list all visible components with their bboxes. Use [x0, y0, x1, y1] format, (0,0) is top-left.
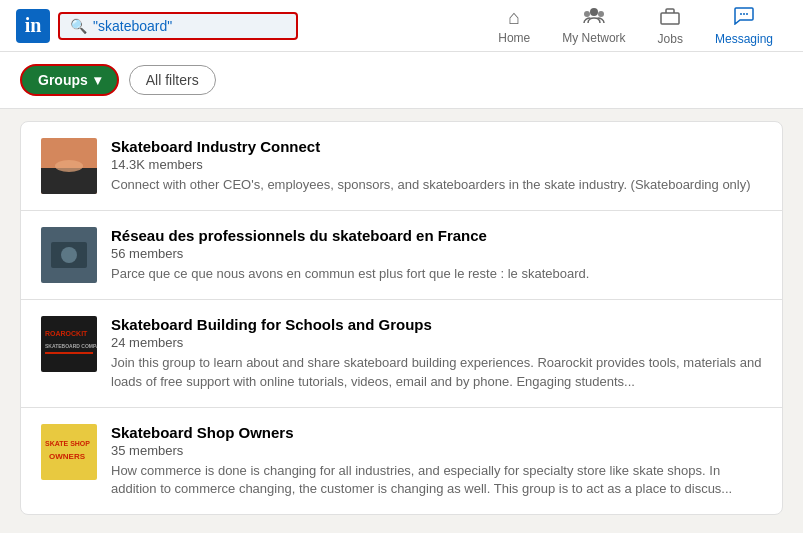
result-thumbnail	[41, 227, 97, 283]
result-name[interactable]: Skateboard Shop Owners	[111, 424, 762, 441]
result-info: Skateboard Industry Connect 14.3K member…	[111, 138, 762, 194]
result-description: Parce que ce que nous avons en commun es…	[111, 265, 762, 283]
nav-my-network[interactable]: My Network	[548, 6, 639, 45]
result-thumbnail: ROAROCKIT SKATEBOARD COMPANY	[41, 316, 97, 372]
result-name[interactable]: Skateboard Industry Connect	[111, 138, 762, 155]
result-name[interactable]: Skateboard Building for Schools and Grou…	[111, 316, 762, 333]
svg-text:SKATE SHOP: SKATE SHOP	[45, 440, 90, 447]
main-nav: ⌂ Home My Network	[484, 5, 787, 46]
linkedin-logo[interactable]: in	[16, 9, 50, 43]
nav-home-label: Home	[498, 31, 530, 45]
result-description: How commerce is done is changing for all…	[111, 462, 762, 498]
results-container: Skateboard Industry Connect 14.3K member…	[20, 121, 783, 515]
result-name[interactable]: Réseau des professionnels du skateboard …	[111, 227, 762, 244]
header: in 🔍 ⌂ Home My Network	[0, 0, 803, 52]
list-item: Skateboard Industry Connect 14.3K member…	[21, 122, 782, 211]
result-thumbnail	[41, 138, 97, 194]
messaging-icon	[733, 5, 755, 30]
result-info: Réseau des professionnels du skateboard …	[111, 227, 762, 283]
all-filters-label: All filters	[146, 72, 199, 88]
nav-messaging-label: Messaging	[715, 32, 773, 46]
nav-messaging[interactable]: Messaging	[701, 5, 787, 46]
list-item: SKATE SHOP OWNERS Skateboard Shop Owners…	[21, 408, 782, 514]
svg-point-6	[746, 13, 748, 15]
groups-button[interactable]: Groups ▾	[20, 64, 119, 96]
all-filters-button[interactable]: All filters	[129, 65, 216, 95]
result-info: Skateboard Building for Schools and Grou…	[111, 316, 762, 390]
nav-jobs-label: Jobs	[658, 32, 683, 46]
nav-home[interactable]: ⌂ Home	[484, 6, 544, 45]
result-info: Skateboard Shop Owners 35 members How co…	[111, 424, 762, 498]
svg-rect-3	[661, 13, 679, 24]
svg-text:ROAROCKIT: ROAROCKIT	[45, 330, 88, 337]
result-thumbnail: SKATE SHOP OWNERS	[41, 424, 97, 480]
svg-rect-16	[45, 352, 93, 354]
result-members: 24 members	[111, 335, 762, 350]
svg-point-4	[740, 13, 742, 15]
svg-point-1	[584, 11, 590, 17]
result-description: Connect with other CEO's, employees, spo…	[111, 176, 762, 194]
svg-point-9	[55, 160, 83, 172]
list-item: Réseau des professionnels du skateboard …	[21, 211, 782, 300]
svg-point-12	[61, 247, 77, 263]
svg-text:SKATEBOARD COMPANY: SKATEBOARD COMPANY	[45, 343, 97, 349]
home-icon: ⌂	[508, 6, 520, 29]
nav-jobs[interactable]: Jobs	[644, 5, 697, 46]
search-box[interactable]: 🔍	[58, 12, 298, 40]
svg-text:OWNERS: OWNERS	[49, 452, 86, 461]
list-item: ROAROCKIT SKATEBOARD COMPANY Skateboard …	[21, 300, 782, 407]
result-members: 35 members	[111, 443, 762, 458]
result-description: Join this group to learn about and share…	[111, 354, 762, 390]
groups-arrow-icon: ▾	[94, 72, 101, 88]
result-members: 56 members	[111, 246, 762, 261]
groups-label: Groups	[38, 72, 88, 88]
network-icon	[583, 6, 605, 29]
svg-point-0	[590, 8, 598, 16]
jobs-icon	[659, 5, 681, 30]
nav-network-label: My Network	[562, 31, 625, 45]
search-input[interactable]	[93, 18, 286, 34]
search-icon: 🔍	[70, 18, 87, 34]
svg-point-5	[743, 13, 745, 15]
svg-point-2	[598, 11, 604, 17]
filter-bar: Groups ▾ All filters	[0, 52, 803, 109]
result-members: 14.3K members	[111, 157, 762, 172]
